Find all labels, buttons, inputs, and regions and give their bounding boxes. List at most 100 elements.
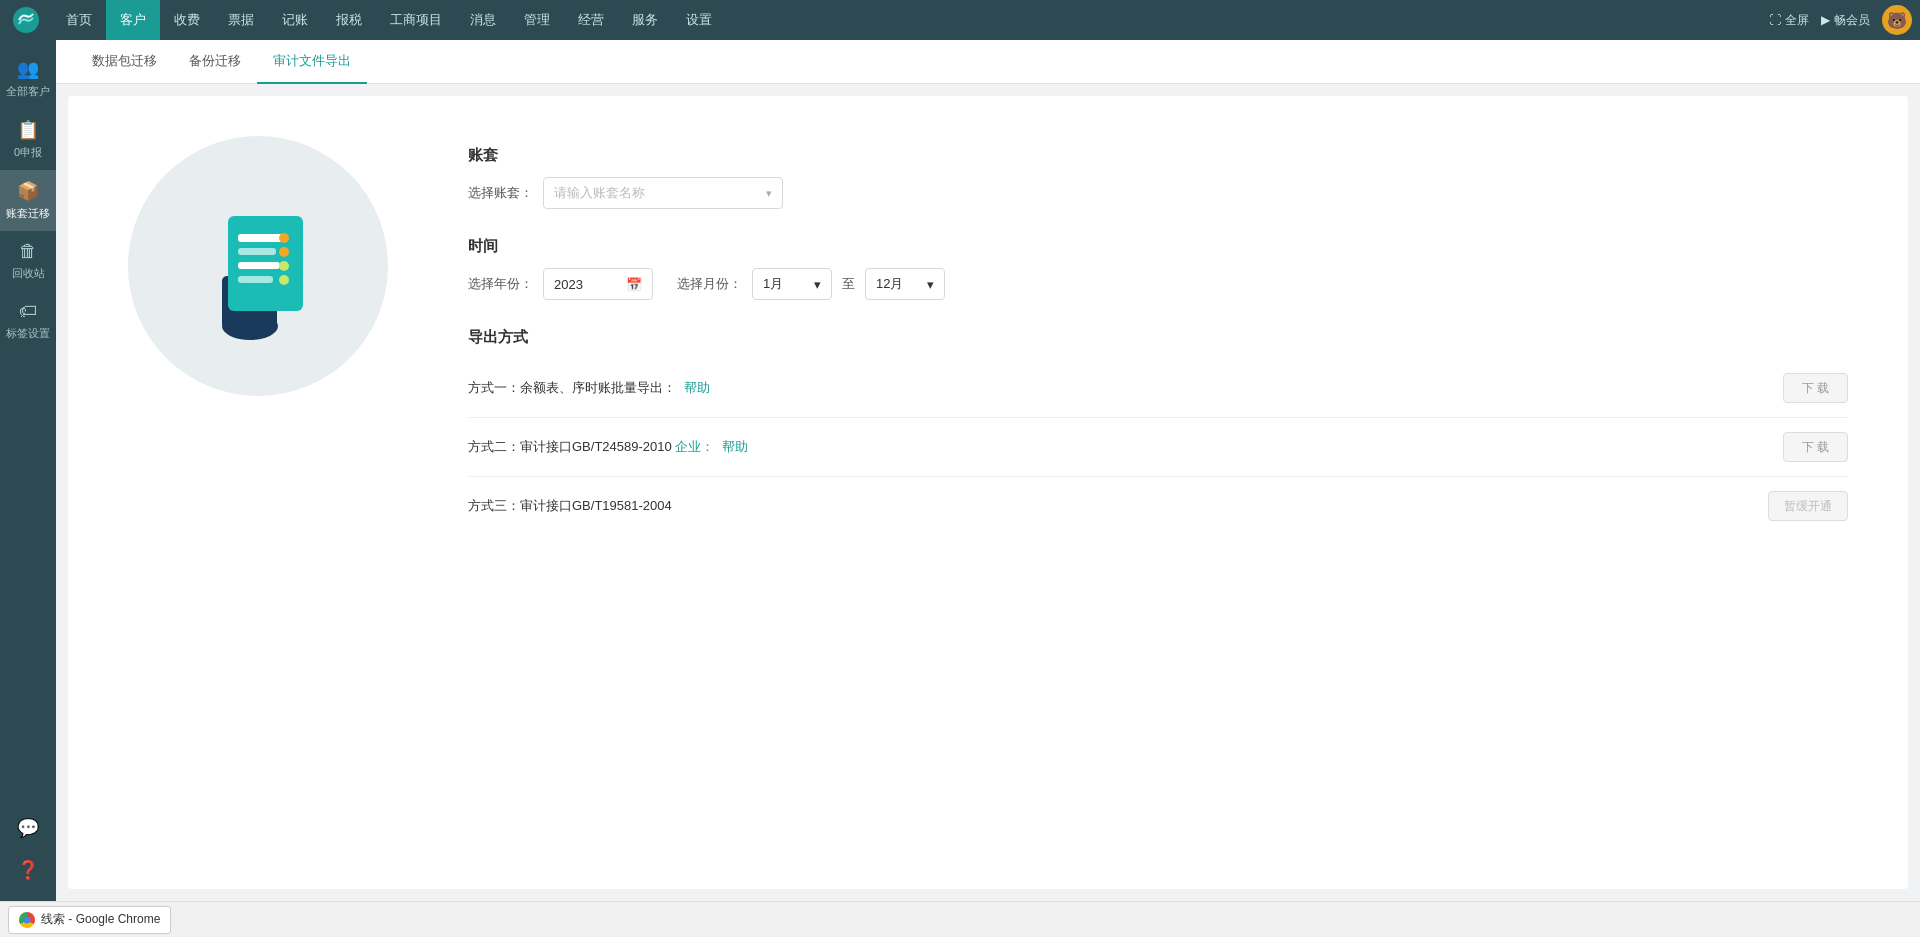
taskbar: 线索 - Google Chrome bbox=[0, 901, 1920, 937]
account-migration-icon: 📦 bbox=[17, 180, 39, 202]
export-title: 导出方式 bbox=[468, 328, 1848, 347]
sidebar-item-zero-declare[interactable]: 📋 0申报 bbox=[0, 109, 56, 170]
account-section: 账套 选择账套： 请输入账套名称 ▾ bbox=[468, 146, 1848, 209]
nav-customers[interactable]: 客户 bbox=[106, 0, 160, 40]
content-area: 数据包迁移 备份迁移 审计文件导出 bbox=[56, 40, 1920, 901]
method-2-company-link[interactable]: 企业： bbox=[675, 439, 714, 454]
vip-icon: ▶ bbox=[1821, 13, 1830, 27]
nav-message[interactable]: 消息 bbox=[456, 0, 510, 40]
export-method-3-text: 方式三：审计接口GB/T19581-2004 bbox=[468, 497, 672, 515]
form-area: 账套 选择账套： 请输入账套名称 ▾ 时间 选择年份： bbox=[468, 136, 1848, 535]
sidebar-item-tag-settings[interactable]: 🏷 标签设置 bbox=[0, 291, 56, 351]
svg-rect-11 bbox=[238, 276, 273, 283]
sidebar-label-all-customers: 全部客户 bbox=[6, 84, 50, 99]
nav-business[interactable]: 工商项目 bbox=[376, 0, 456, 40]
logo bbox=[8, 2, 44, 38]
method-3-label: 方式三：审计接口GB/T19581-2004 bbox=[468, 498, 672, 513]
month-end-select[interactable]: 12月 ▾ bbox=[865, 268, 945, 300]
top-nav-right: ⛶ 全屏 ▶ 畅会员 🐻 bbox=[1769, 5, 1912, 35]
top-nav: 首页 客户 收费 票据 记账 报税 工商项目 消息 管理 经营 服务 设置 ⛶ … bbox=[0, 0, 1920, 40]
sidebar-label-recycle: 回收站 bbox=[12, 266, 45, 281]
sidebar-label-account-migration: 账套迁移 bbox=[6, 206, 50, 221]
export-section: 导出方式 方式一：余额表、序时账批量导出： 帮助 下 载 方式二：审计接口GB/… bbox=[468, 328, 1848, 535]
account-select[interactable]: 请输入账套名称 ▾ bbox=[543, 177, 783, 209]
fullscreen-icon: ⛶ bbox=[1769, 13, 1781, 27]
nav-home[interactable]: 首页 bbox=[52, 0, 106, 40]
sidebar-item-all-customers[interactable]: 👥 全部客户 bbox=[0, 48, 56, 109]
month-start-select[interactable]: 1月 ▾ bbox=[752, 268, 832, 300]
chevron-down-icon: ▾ bbox=[766, 187, 772, 200]
sidebar: 👥 全部客户 📋 0申报 📦 账套迁移 🗑 回收站 🏷 标签设置 💬 ❓ bbox=[0, 40, 56, 901]
export-method-1-text: 方式一：余额表、序时账批量导出： 帮助 bbox=[468, 379, 710, 397]
month-start-value: 1月 bbox=[763, 275, 783, 293]
time-row: 选择年份： 2023 📅 选择月份： 1月 ▾ 至 12月 bbox=[468, 268, 1848, 300]
sidebar-bottom-icon2[interactable]: ❓ bbox=[0, 851, 56, 889]
month-end-chevron-icon: ▾ bbox=[927, 277, 934, 292]
sidebar-item-account-migration[interactable]: 📦 账套迁移 bbox=[0, 170, 56, 231]
month-label: 选择月份： bbox=[677, 275, 742, 293]
svg-point-14 bbox=[279, 261, 289, 271]
year-label: 选择年份： bbox=[468, 275, 533, 293]
tabs-bar: 数据包迁移 备份迁移 审计文件导出 bbox=[56, 40, 1920, 84]
method-2-label: 方式二：审计接口GB/T24589-2010 bbox=[468, 439, 672, 454]
account-placeholder: 请输入账套名称 bbox=[554, 184, 645, 202]
svg-point-13 bbox=[279, 247, 289, 257]
account-label: 选择账套： bbox=[468, 184, 533, 202]
tab-data-migration[interactable]: 数据包迁移 bbox=[76, 40, 173, 84]
illustration bbox=[128, 136, 388, 396]
chrome-icon bbox=[19, 912, 35, 928]
vip-button[interactable]: ▶ 畅会员 bbox=[1821, 12, 1870, 29]
time-section: 时间 选择年份： 2023 📅 选择月份： 1月 ▾ 至 bbox=[468, 237, 1848, 300]
method-1-help-link[interactable]: 帮助 bbox=[684, 380, 710, 395]
nav-tax[interactable]: 报税 bbox=[322, 0, 376, 40]
account-title: 账套 bbox=[468, 146, 1848, 165]
method-1-download-button[interactable]: 下 载 bbox=[1783, 373, 1848, 403]
account-row: 选择账套： 请输入账套名称 ▾ bbox=[468, 177, 1848, 209]
main-layout: 👥 全部客户 📋 0申报 📦 账套迁移 🗑 回收站 🏷 标签设置 💬 ❓ 数据包… bbox=[0, 40, 1920, 901]
method-3-soon-button: 暂缓开通 bbox=[1768, 491, 1848, 521]
method-1-label: 方式一：余额表、序时账批量导出： bbox=[468, 380, 676, 395]
year-value: 2023 bbox=[554, 277, 583, 292]
method-2-download-button[interactable]: 下 载 bbox=[1783, 432, 1848, 462]
taskbar-chrome-label: 线索 - Google Chrome bbox=[41, 911, 160, 928]
all-customers-icon: 👥 bbox=[17, 58, 39, 80]
nav-operation[interactable]: 经营 bbox=[564, 0, 618, 40]
recycle-icon: 🗑 bbox=[19, 241, 37, 262]
nav-service[interactable]: 服务 bbox=[618, 0, 672, 40]
svg-rect-8 bbox=[238, 234, 283, 242]
export-method-2-text: 方式二：审计接口GB/T24589-2010 企业： 帮助 bbox=[468, 438, 748, 456]
range-separator: 至 bbox=[842, 275, 855, 293]
nav-invoice[interactable]: 票据 bbox=[214, 0, 268, 40]
sidebar-item-recycle[interactable]: 🗑 回收站 bbox=[0, 231, 56, 291]
export-method-2: 方式二：审计接口GB/T24589-2010 企业： 帮助 下 载 bbox=[468, 418, 1848, 477]
month-start-chevron-icon: ▾ bbox=[814, 277, 821, 292]
sidebar-bottom: 💬 ❓ bbox=[0, 809, 56, 901]
sidebar-label-zero-declare: 0申报 bbox=[14, 145, 42, 160]
avatar[interactable]: 🐻 bbox=[1882, 5, 1912, 35]
export-method-3: 方式三：审计接口GB/T19581-2004 暂缓开通 bbox=[468, 477, 1848, 535]
nav-manage[interactable]: 管理 bbox=[510, 0, 564, 40]
svg-rect-10 bbox=[238, 262, 280, 269]
page-content: 账套 选择账套： 请输入账套名称 ▾ 时间 选择年份： bbox=[68, 96, 1908, 889]
nav-settings[interactable]: 设置 bbox=[672, 0, 726, 40]
time-title: 时间 bbox=[468, 237, 1848, 256]
nav-items: 首页 客户 收费 票据 记账 报税 工商项目 消息 管理 经营 服务 设置 bbox=[52, 0, 1769, 40]
nav-bookkeeping[interactable]: 记账 bbox=[268, 0, 322, 40]
sidebar-label-tag-settings: 标签设置 bbox=[6, 326, 50, 341]
fullscreen-button[interactable]: ⛶ 全屏 bbox=[1769, 12, 1809, 29]
zero-declare-icon: 📋 bbox=[17, 119, 39, 141]
svg-point-15 bbox=[279, 275, 289, 285]
tab-audit-export[interactable]: 审计文件导出 bbox=[257, 40, 367, 84]
export-method-1: 方式一：余额表、序时账批量导出： 帮助 下 载 bbox=[468, 359, 1848, 418]
year-input[interactable]: 2023 📅 bbox=[543, 268, 653, 300]
svg-point-12 bbox=[279, 233, 289, 243]
calendar-icon: 📅 bbox=[626, 277, 642, 292]
taskbar-chrome[interactable]: 线索 - Google Chrome bbox=[8, 906, 171, 934]
svg-rect-9 bbox=[238, 248, 276, 255]
tab-backup-migration[interactable]: 备份迁移 bbox=[173, 40, 257, 84]
nav-billing[interactable]: 收费 bbox=[160, 0, 214, 40]
month-end-value: 12月 bbox=[876, 275, 903, 293]
tag-settings-icon: 🏷 bbox=[19, 301, 37, 322]
sidebar-bottom-icon1[interactable]: 💬 bbox=[0, 809, 56, 847]
method-2-help-link[interactable]: 帮助 bbox=[722, 439, 748, 454]
